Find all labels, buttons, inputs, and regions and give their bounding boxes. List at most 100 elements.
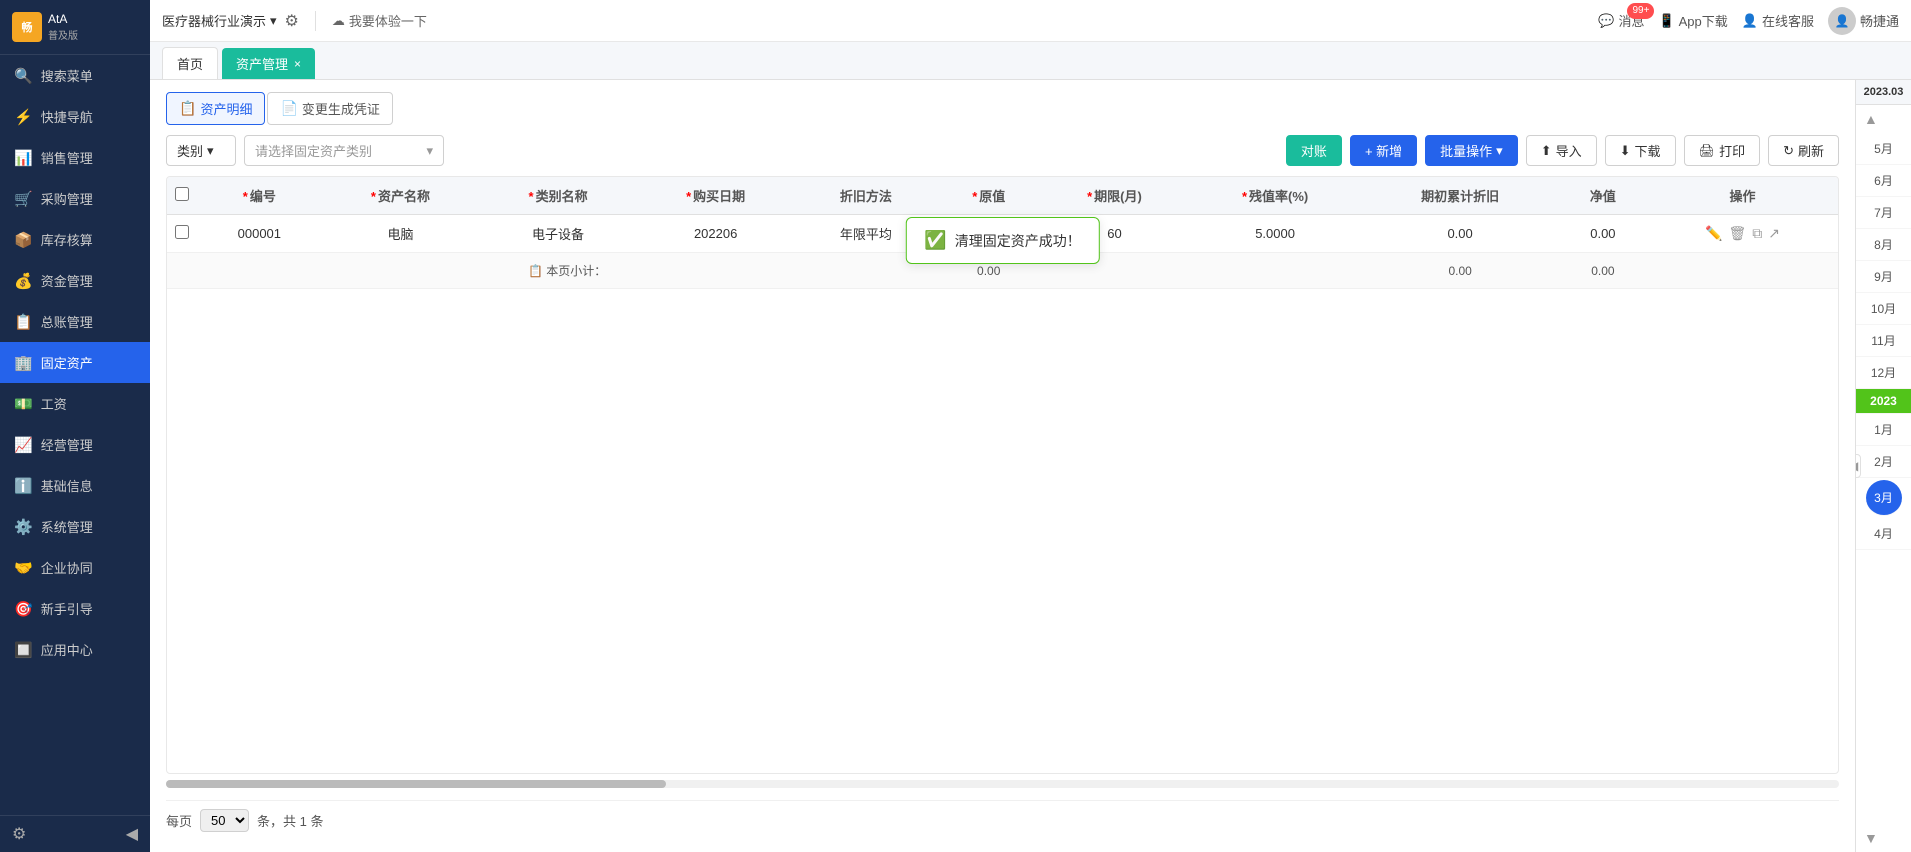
month-1[interactable]: 1月 bbox=[1856, 414, 1911, 446]
sidebar-item-label: 工资 bbox=[41, 394, 67, 413]
copy-icon[interactable]: ⧉ bbox=[1752, 225, 1762, 242]
month-11[interactable]: 11月 bbox=[1856, 325, 1911, 357]
delete-icon[interactable]: 🗑 bbox=[1728, 225, 1746, 242]
sidebar-item-salary[interactable]: 💵 工资 bbox=[0, 383, 150, 424]
online-service-icon: 👤 bbox=[1742, 13, 1758, 29]
settings-bottom-icon[interactable]: ⚙ bbox=[12, 824, 26, 844]
print-icon: 🖨 bbox=[1699, 143, 1716, 159]
app-download-label: App下载 bbox=[1679, 11, 1728, 30]
sidebar-item-ledger[interactable]: 📋 总账管理 bbox=[0, 301, 150, 342]
tab-home[interactable]: 首页 bbox=[162, 47, 218, 79]
tab-asset[interactable]: 资产管理 × bbox=[222, 48, 315, 79]
more-icon[interactable]: ↗ bbox=[1768, 225, 1780, 242]
download-icon: ⬇ bbox=[1620, 143, 1631, 159]
ledger-icon: 📋 bbox=[14, 313, 33, 331]
sidebar-item-label: 采购管理 bbox=[41, 189, 93, 208]
sidebar-item-search[interactable]: 🔍 搜索菜单 bbox=[0, 55, 150, 96]
reconcile-button[interactable]: 对账 bbox=[1286, 135, 1342, 166]
tab-home-label: 首页 bbox=[177, 54, 203, 73]
user-label: 畅捷通 bbox=[1860, 11, 1899, 30]
sidebar-item-basic-info[interactable]: ℹ️ 基础信息 bbox=[0, 465, 150, 506]
app-center-icon: 🔲 bbox=[14, 641, 33, 659]
panel-collapse-btn[interactable]: ◀ bbox=[1855, 454, 1861, 478]
experience-btn[interactable]: ☁ 我要体验一下 bbox=[332, 11, 427, 30]
th-code: *编号 bbox=[197, 177, 322, 215]
user-menu[interactable]: 👤 畅捷通 bbox=[1828, 7, 1899, 35]
content-main: 📋 资产明细 📄 变更生成凭证 类别 ▾ 请选择固定资产类别 bbox=[150, 80, 1855, 852]
generate-voucher-icon: 📄 bbox=[280, 100, 297, 117]
add-button[interactable]: + 新增 bbox=[1350, 135, 1417, 166]
th-actions: 操作 bbox=[1647, 177, 1838, 215]
month-5[interactable]: 5月 bbox=[1856, 133, 1911, 165]
sidebar-item-inventory[interactable]: 📦 库存核算 bbox=[0, 219, 150, 260]
category-select[interactable]: 类别 ▾ bbox=[166, 135, 236, 166]
sidebar-item-fixed-assets[interactable]: 🏢 固定资产 bbox=[0, 342, 150, 383]
subtotal-label: 📋 本页小计： bbox=[197, 253, 937, 289]
sidebar-item-label: 基础信息 bbox=[41, 476, 93, 495]
sidebar-item-purchase[interactable]: 🛒 采购管理 bbox=[0, 178, 150, 219]
sidebar-item-enterprise[interactable]: 🤝 企业协同 bbox=[0, 547, 150, 588]
month-12[interactable]: 12月 bbox=[1856, 357, 1911, 389]
sidebar-item-quicknav[interactable]: ⚡ 快捷导航 bbox=[0, 96, 150, 137]
month-2[interactable]: 2月 bbox=[1856, 446, 1911, 478]
th-purchase-date: *购买日期 bbox=[637, 177, 795, 215]
app-download-btn[interactable]: 📱 App下载 bbox=[1658, 11, 1727, 30]
month-9[interactable]: 9月 bbox=[1856, 261, 1911, 293]
row-checkbox[interactable] bbox=[175, 225, 189, 239]
month-7[interactable]: 7月 bbox=[1856, 197, 1911, 229]
download-button[interactable]: ⬇ 下载 bbox=[1605, 135, 1676, 166]
td-purchase-date: 202206 bbox=[637, 215, 795, 253]
panel-up-arrow[interactable]: ▲ bbox=[1860, 107, 1882, 131]
td-code: 000001 bbox=[197, 215, 322, 253]
print-label: 打印 bbox=[1719, 141, 1745, 160]
import-label: 导入 bbox=[1556, 141, 1582, 160]
company-selector[interactable]: 医疗器械行业演示 ▾ bbox=[162, 11, 277, 30]
batch-ops-button[interactable]: 批量操作 ▾ bbox=[1425, 135, 1518, 166]
toast-message: 清理固定资产成功！ bbox=[955, 231, 1081, 251]
import-button[interactable]: ⬆ 导入 bbox=[1526, 135, 1597, 166]
sidebar-item-system[interactable]: ⚙️ 系统管理 bbox=[0, 506, 150, 547]
message-btn[interactable]: 💬 消息 99+ bbox=[1598, 11, 1644, 30]
sidebar-item-finance[interactable]: 💰 资金管理 bbox=[0, 260, 150, 301]
month-4[interactable]: 4月 bbox=[1856, 518, 1911, 550]
collapse-icon[interactable]: ◀ bbox=[126, 824, 138, 844]
sidebar-item-app-center[interactable]: 🔲 应用中心 bbox=[0, 629, 150, 670]
tab-asset-label: 资产管理 bbox=[236, 54, 288, 73]
sub-tab-generate-voucher[interactable]: 📄 变更生成凭证 bbox=[267, 92, 392, 125]
operations-icon: 📈 bbox=[14, 436, 33, 454]
content: 📋 资产明细 📄 变更生成凭证 类别 ▾ 请选择固定资产类别 bbox=[150, 80, 1911, 852]
horizontal-scrollbar[interactable] bbox=[166, 780, 1839, 788]
company-name: 医疗器械行业演示 bbox=[162, 11, 266, 30]
refresh-button[interactable]: ↻ 刷新 bbox=[1768, 135, 1839, 166]
sidebar-item-guide[interactable]: 🎯 新手引导 bbox=[0, 588, 150, 629]
sidebar-item-sales[interactable]: 📊 销售管理 bbox=[0, 137, 150, 178]
online-service-btn[interactable]: 👤 在线客服 bbox=[1742, 11, 1814, 30]
sidebar-item-label: 搜索菜单 bbox=[41, 66, 93, 85]
select-all-checkbox[interactable] bbox=[175, 187, 189, 201]
app-download-icon: 📱 bbox=[1658, 13, 1674, 29]
guide-icon: 🎯 bbox=[14, 600, 33, 618]
td-name: 电脑 bbox=[322, 215, 480, 253]
month-8[interactable]: 8月 bbox=[1856, 229, 1911, 261]
td-residual: 5.0000 bbox=[1189, 215, 1362, 253]
sidebar-item-label: 库存核算 bbox=[41, 230, 93, 249]
month-3-active[interactable]: 3月 bbox=[1866, 480, 1902, 516]
print-button[interactable]: 🖨 打印 bbox=[1684, 135, 1761, 166]
per-page-select[interactable]: 50 bbox=[200, 809, 249, 832]
sidebar: 畅 AtA 普及版 🔍 搜索菜单 ⚡ 快捷导航 📊 销售管理 🛒 采购管理 📦 … bbox=[0, 0, 150, 852]
sidebar-item-label: 快捷导航 bbox=[41, 107, 93, 126]
sub-tab-asset-detail[interactable]: 📋 资产明细 bbox=[166, 92, 265, 125]
tab-asset-close[interactable]: × bbox=[294, 57, 301, 71]
th-name: *资产名称 bbox=[322, 177, 480, 215]
category-input[interactable]: 请选择固定资产类别 ▾ bbox=[244, 135, 444, 166]
year-2023-label: 2023 bbox=[1856, 389, 1911, 414]
toolbar-row1: 类别 ▾ 请选择固定资产类别 ▾ 对账 + 新增 bbox=[166, 135, 1839, 166]
panel-down-arrow[interactable]: ▼ bbox=[1860, 826, 1882, 850]
month-10[interactable]: 10月 bbox=[1856, 293, 1911, 325]
sidebar-item-operations[interactable]: 📈 经营管理 bbox=[0, 424, 150, 465]
sidebar-item-label: 经营管理 bbox=[41, 435, 93, 454]
settings-icon[interactable]: ⚙ bbox=[285, 11, 299, 31]
month-6[interactable]: 6月 bbox=[1856, 165, 1911, 197]
edit-icon[interactable]: ✏️ bbox=[1705, 225, 1722, 242]
subtotal-empty-1 bbox=[167, 253, 197, 289]
